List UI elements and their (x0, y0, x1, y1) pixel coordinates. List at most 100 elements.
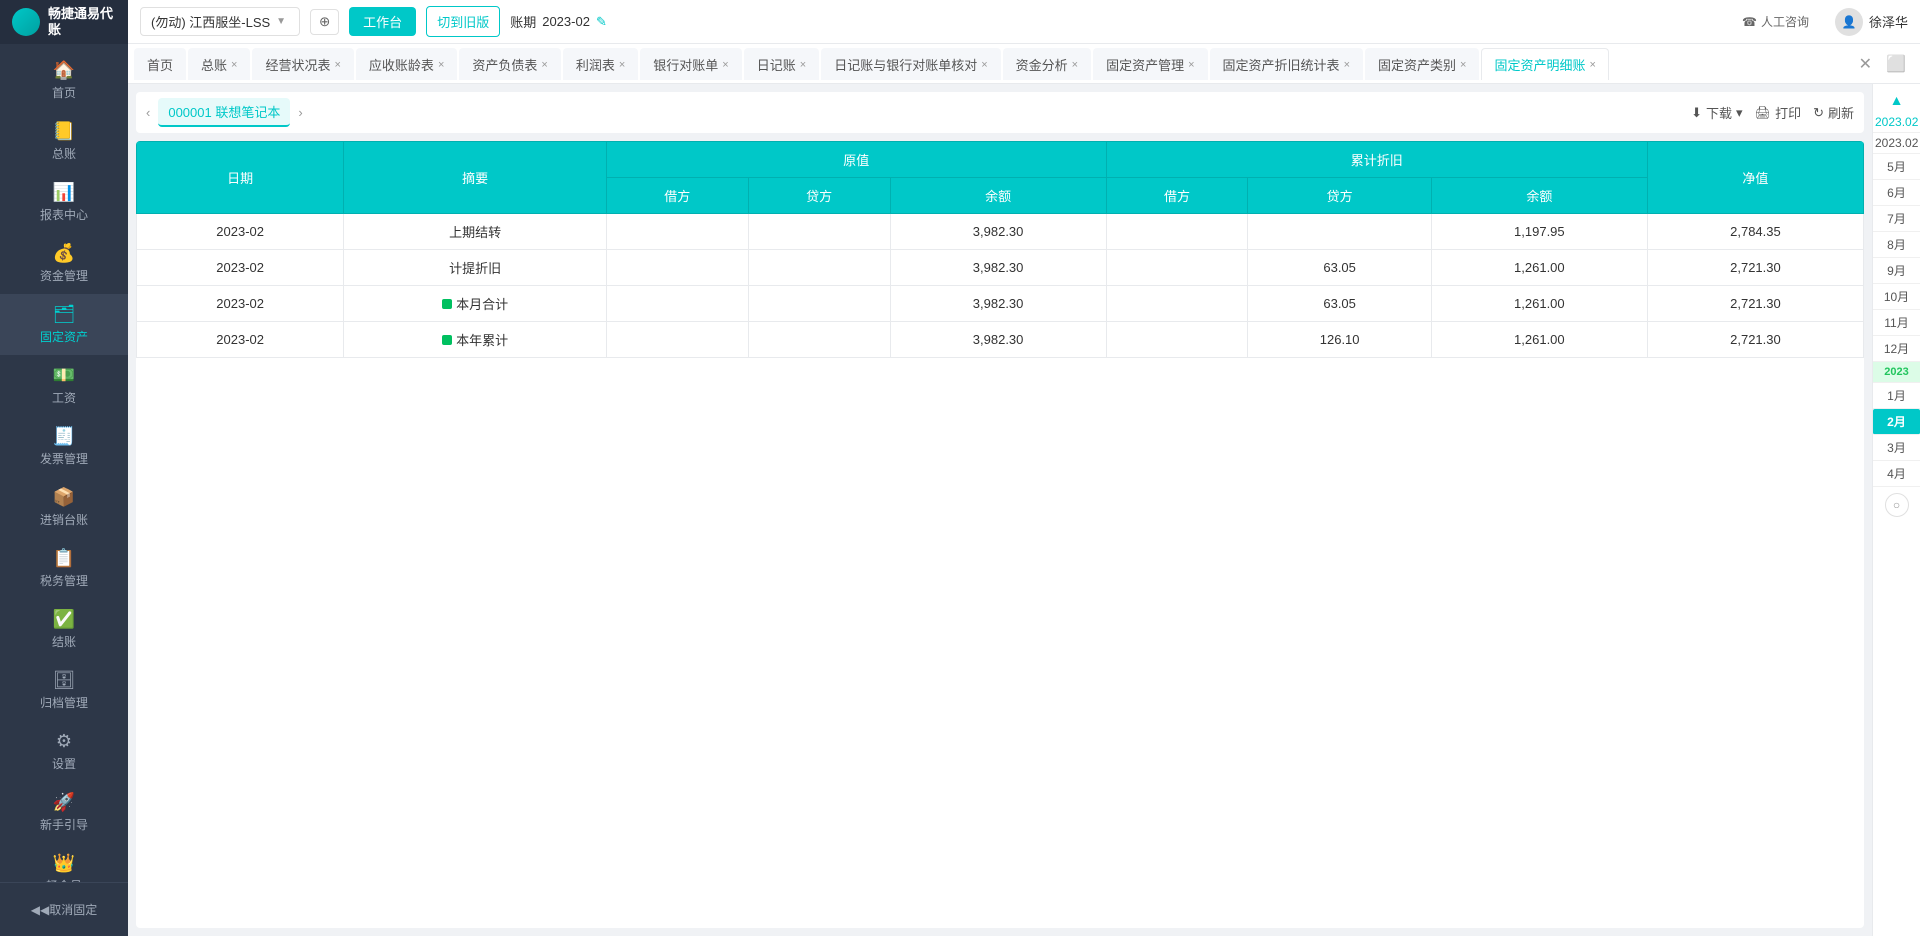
cell-date-1: 2023-02 (137, 250, 344, 286)
tab-close-3[interactable]: × (438, 59, 444, 71)
sidebar-item-ledger[interactable]: 📒总账 (0, 111, 128, 172)
sidebar-item-home[interactable]: 🏠首页 (0, 50, 128, 111)
sidebar-item-sales[interactable]: 📦进销台账 (0, 477, 128, 538)
right-panel-month[interactable]: 10月 (1873, 284, 1920, 310)
right-panel-month[interactable]: 12月 (1873, 336, 1920, 362)
tab-close-4[interactable]: × (541, 59, 547, 71)
tab-close-11[interactable]: × (1344, 59, 1350, 71)
right-panel-month[interactable]: 7月 (1873, 206, 1920, 232)
copy-button[interactable]: ⊕ (310, 9, 339, 35)
sidebar-item-fixed-assets[interactable]: 🗂固定资产 (0, 294, 128, 355)
tab-close-2[interactable]: × (334, 59, 340, 71)
sidebar-pin-button[interactable]: ◀◀ 取消固定 (0, 893, 128, 926)
tab-item-7[interactable]: 日记账× (744, 48, 819, 80)
download-label: 下载 (1706, 103, 1732, 122)
right-panel-month[interactable]: 8月 (1873, 232, 1920, 258)
tab-item-8[interactable]: 日记账与银行对账单核对× (821, 48, 1000, 80)
company-selector[interactable]: (勿动) 江西服坐-LSS ▼ (140, 7, 300, 36)
right-panel-period-top-1[interactable]: 2023.02 (1873, 133, 1920, 154)
sidebar-item-wages[interactable]: 💵工资 (0, 355, 128, 416)
tab-item-9[interactable]: 资金分析× (1003, 48, 1091, 80)
right-panel-month[interactable]: 2月 (1873, 409, 1920, 435)
tab-item-5[interactable]: 利润表× (563, 48, 638, 80)
sub-tab-item[interactable]: 000001 联想笔记本 (158, 98, 290, 127)
cell-yz-balance-2: 3,982.30 (890, 286, 1106, 322)
right-panel-month[interactable]: 9月 (1873, 258, 1920, 284)
right-panel-month[interactable]: 1月 (1873, 383, 1920, 409)
right-panel-month[interactable]: 11月 (1873, 310, 1920, 336)
sidebar-label-ledger: 总账 (52, 145, 76, 162)
sidebar-label-reports: 报表中心 (40, 206, 88, 223)
print-button[interactable]: 🖨 打印 (1755, 103, 1802, 122)
sidebar-item-tax[interactable]: 📋税务管理 (0, 538, 128, 599)
sidebar-item-settlement[interactable]: ✅结账 (0, 599, 128, 660)
right-panel-month[interactable]: 3月 (1873, 435, 1920, 461)
right-panel-close-button[interactable]: ○ (1885, 493, 1909, 517)
sidebar-item-archive[interactable]: 🗄归档管理 (0, 660, 128, 721)
sub-tab-next[interactable]: › (298, 105, 302, 120)
cell-yz-debit-2 (606, 286, 748, 322)
tab-label-11: 固定资产折旧统计表 (1223, 55, 1340, 74)
right-panel-month[interactable]: 6月 (1873, 180, 1920, 206)
download-icon: ⬇ (1691, 105, 1702, 121)
sidebar-item-settings[interactable]: ⚙设置 (0, 721, 128, 782)
tab-item-6[interactable]: 银行对账单 × (640, 48, 741, 80)
download-button[interactable]: ⬇ 下载 ▾ (1691, 103, 1742, 122)
pin-label: 取消固定 (49, 901, 97, 918)
tab-close-8[interactable]: × (981, 59, 987, 71)
right-panel-month[interactable]: 4月 (1873, 461, 1920, 487)
refresh-label: 刷新 (1828, 103, 1854, 122)
tab-item-1[interactable]: 总账× (188, 48, 250, 80)
tab-label-2: 经营状况表 (265, 55, 330, 74)
sidebar-item-funds[interactable]: 💰资金管理 (0, 233, 128, 294)
col-sub-3: 借方 (1106, 178, 1248, 214)
work-center-button[interactable]: 工作台 (349, 7, 416, 36)
tab-item-3[interactable]: 应收账龄表× (356, 48, 457, 80)
cell-yz-credit-2 (748, 286, 890, 322)
cell-yz-debit-0 (606, 214, 748, 250)
tab-item-0[interactable]: 首页 (134, 48, 186, 80)
tab-item-4[interactable]: 资产负债表 × (459, 48, 560, 80)
tab-close-6[interactable]: × (722, 59, 728, 71)
tab-item-10[interactable]: 固定资产管理× (1093, 48, 1207, 80)
tab-maximize-button[interactable]: ⬜ (1882, 52, 1910, 76)
tab-item-12[interactable]: 固定资产类别× (1365, 48, 1479, 80)
cell-desc-1: 计提折旧 (344, 250, 607, 286)
right-panel-month[interactable]: 5月 (1873, 154, 1920, 180)
sidebar-footer: ◀◀ 取消固定 (0, 882, 128, 936)
right-period-panel: ▲2023.022023.025月6月7月8月9月10月11月12月20231月… (1872, 84, 1920, 936)
cell-lj-balance-1: 1,261.00 (1431, 250, 1647, 286)
right-panel-period-top-0[interactable]: 2023.02 (1873, 112, 1920, 133)
refresh-button[interactable]: ↻ 刷新 (1813, 103, 1854, 122)
tab-item-11[interactable]: 固定资产折旧统计表 × (1210, 48, 1363, 80)
tab-close-7[interactable]: × (800, 59, 806, 71)
sidebar-label-settings: 设置 (52, 755, 76, 772)
col-sub-2: 余额 (890, 178, 1106, 214)
tab-close-9[interactable]: × (1072, 59, 1078, 71)
table-row: 2023-02 计提折旧 3,982.30 63.05 1,261.00 2,7… (137, 250, 1864, 286)
tab-item-2[interactable]: 经营状况表 × (252, 48, 353, 80)
tab-close-13[interactable]: × (1589, 59, 1595, 71)
tab-label-6: 银行对账单 (653, 55, 718, 74)
tab-close-10[interactable]: × (1188, 59, 1194, 71)
tab-close-all-button[interactable]: ✕ (1855, 52, 1876, 76)
old-version-button[interactable]: 切到旧版 (426, 6, 500, 37)
service-button[interactable]: ☎ 人工咨询 (1742, 13, 1809, 30)
sidebar-item-member[interactable]: 👑畅会员 (0, 843, 128, 882)
sidebar-item-guide[interactable]: 🚀新手引导 (0, 782, 128, 843)
tab-close-1[interactable]: × (231, 59, 237, 71)
period-edit-icon[interactable]: ✎ (596, 14, 607, 30)
cell-net-3: 2,721.30 (1647, 322, 1863, 358)
tab-label-4: 资产负债表 (472, 55, 537, 74)
sidebar-item-reports[interactable]: 📊报表中心 (0, 172, 128, 233)
tab-close-5[interactable]: × (619, 59, 625, 71)
main-area: (勿动) 江西服坐-LSS ▼ ⊕ 工作台 切到旧版 账期 2023-02 ✎ … (128, 0, 1920, 936)
right-panel-up-arrow[interactable]: ▲ (1886, 88, 1908, 112)
cell-date-3: 2023-02 (137, 322, 344, 358)
col-yuanzhi: 原值 (606, 142, 1106, 178)
user-menu[interactable]: 👤 徐泽华 (1835, 8, 1908, 36)
tab-close-12[interactable]: × (1460, 59, 1466, 71)
sub-tab-prev[interactable]: ‹ (146, 105, 150, 120)
tab-item-13[interactable]: 固定资产明细账× (1481, 48, 1608, 80)
sidebar-item-invoices[interactable]: 🧾发票管理 (0, 416, 128, 477)
